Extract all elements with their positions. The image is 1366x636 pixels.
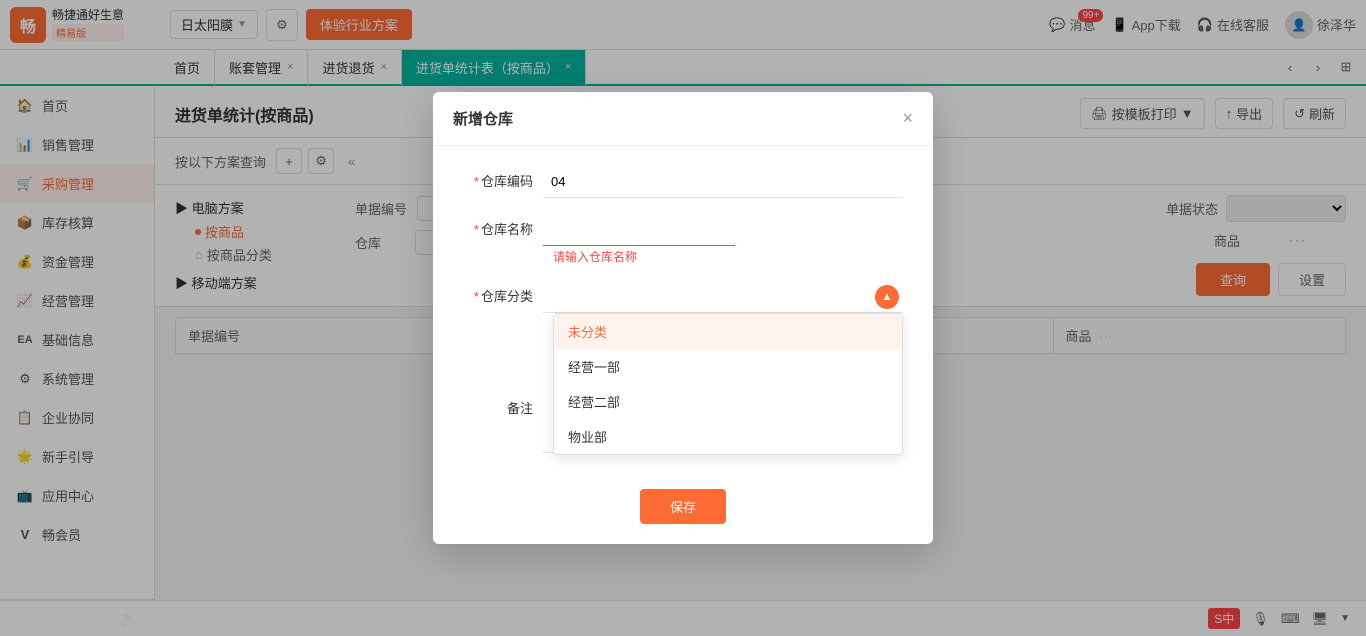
code-label: *仓库编码 [463,166,543,198]
add-warehouse-modal: 新增仓库 × *仓库编码 *仓库名称 请输入仓库名称 [433,92,933,544]
modal-overlay[interactable]: 新增仓库 × *仓库编码 *仓库名称 请输入仓库名称 [0,0,1366,636]
name-label: *仓库名称 [463,214,543,246]
modal-close-button[interactable]: × [902,108,913,129]
form-row-code: *仓库编码 [463,166,903,198]
category-input[interactable] [543,281,903,313]
remarks-label: 备注 [463,393,543,425]
warehouse-code-input[interactable] [543,166,903,198]
modal-title: 新增仓库 [453,108,513,129]
category-label: *仓库分类 [463,281,543,313]
name-error-message: 请输入仓库名称 [553,250,637,264]
modal-footer: 保存 [433,489,933,524]
save-button[interactable]: 保存 [640,489,726,524]
form-row-category: *仓库分类 ▲ 未分类 经营一部 经营二部 物业部 [463,281,903,313]
warehouse-name-input[interactable] [543,214,735,246]
category-dropdown: 未分类 经营一部 经营二部 物业部 [553,313,903,455]
category-select-wrap: ▲ [543,281,903,313]
modal-body: *仓库编码 *仓库名称 请输入仓库名称 *仓库分类 [433,146,933,489]
dropdown-item-dept1[interactable]: 经营一部 [554,349,902,384]
form-row-name: *仓库名称 请输入仓库名称 [463,214,903,265]
dropdown-item-uncategorized[interactable]: 未分类 [554,314,902,349]
category-arrow-btn[interactable]: ▲ [875,285,899,309]
dropdown-item-dept2[interactable]: 经营二部 [554,384,902,419]
modal-header: 新增仓库 × [433,92,933,146]
dropdown-item-property[interactable]: 物业部 [554,419,902,454]
